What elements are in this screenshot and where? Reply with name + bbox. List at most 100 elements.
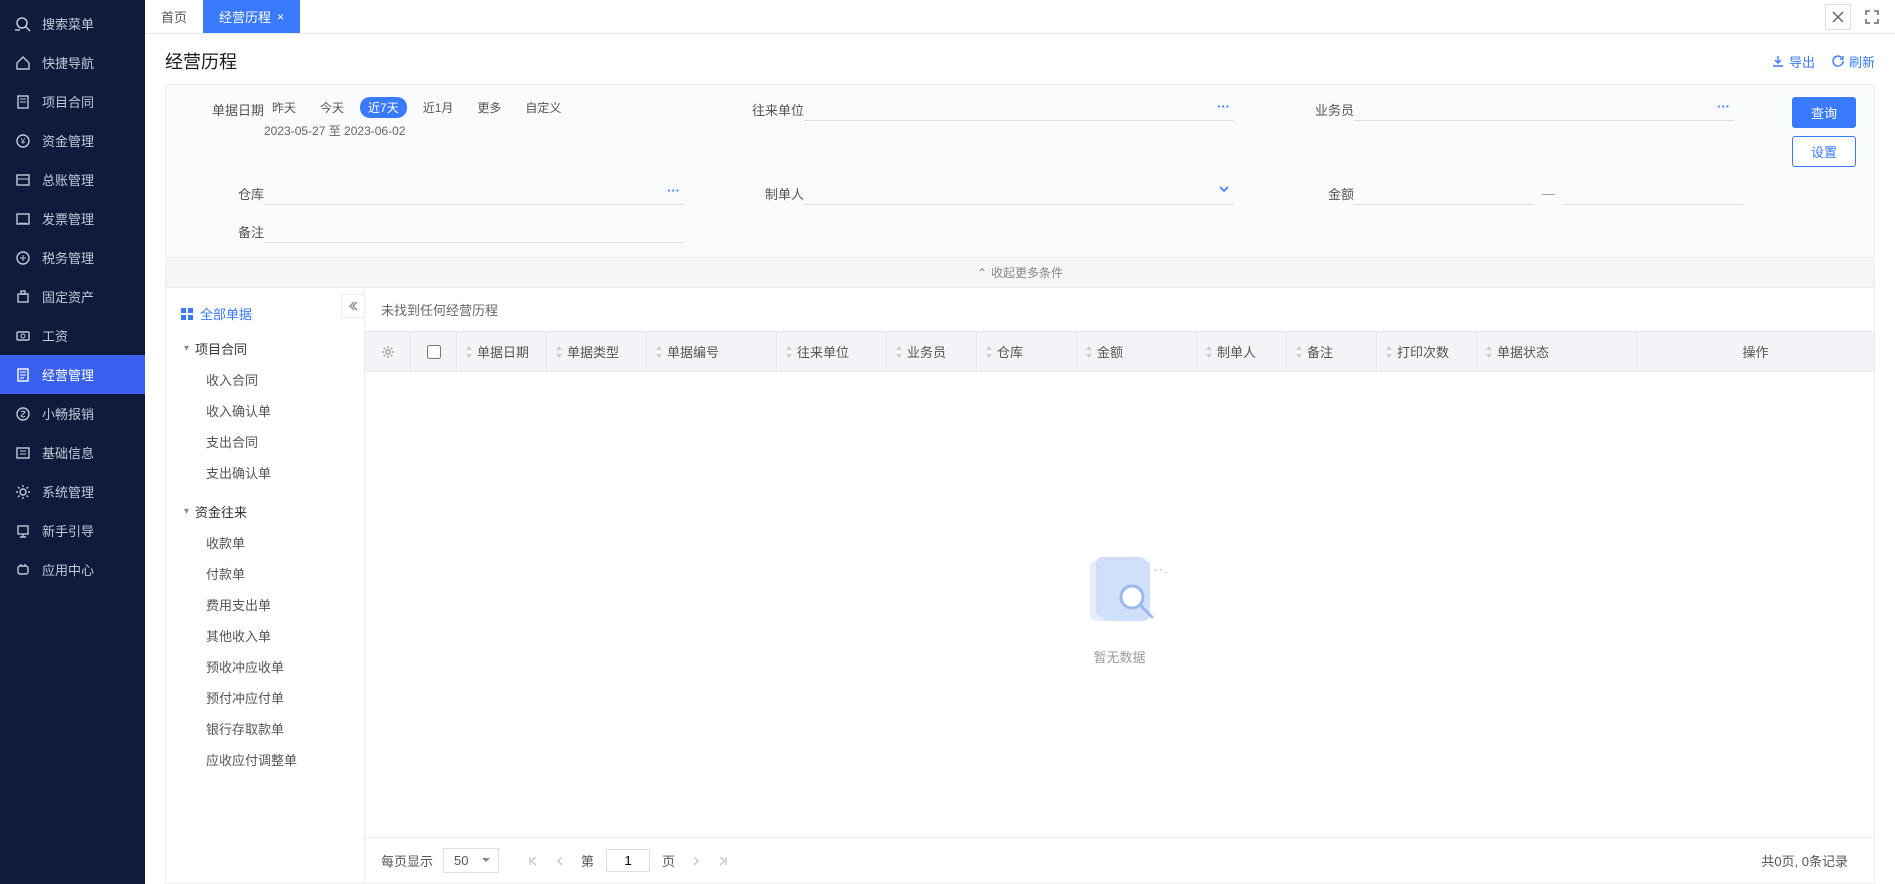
page-number-input[interactable] bbox=[606, 849, 650, 872]
tab-1[interactable]: 经营历程× bbox=[203, 0, 300, 33]
search-icon bbox=[14, 15, 32, 33]
sort-icon[interactable] bbox=[655, 346, 663, 358]
close-tab-button[interactable] bbox=[1825, 4, 1851, 30]
operator-input[interactable] bbox=[1354, 97, 1734, 121]
sidebar-item-label: 系统管理 bbox=[42, 482, 94, 501]
sidebar-item-11[interactable]: 基础信息 bbox=[0, 433, 145, 472]
date-option[interactable]: 昨天 bbox=[264, 97, 304, 118]
date-option[interactable]: 今天 bbox=[312, 97, 352, 118]
collapse-filters-button[interactable]: ⌃收起更多条件 bbox=[166, 257, 1874, 287]
document-tree: 全部单据 ▾项目合同收入合同收入确认单支出合同支出确认单 ▾资金往来收款单付款单费… bbox=[165, 288, 365, 884]
page-last-button[interactable] bbox=[713, 853, 733, 869]
sort-icon[interactable] bbox=[1205, 346, 1213, 358]
sidebar-item-4[interactable]: 总账管理 bbox=[0, 160, 145, 199]
partner-more-icon[interactable]: ··· bbox=[1217, 99, 1230, 114]
warehouse-input[interactable] bbox=[264, 181, 684, 205]
tree-leaf[interactable]: 其他收入单 bbox=[166, 620, 364, 651]
warehouse-more-icon[interactable]: ··· bbox=[667, 183, 680, 198]
tab-close-icon[interactable]: × bbox=[277, 10, 284, 24]
not-found-text: 未找到任何经营历程 bbox=[365, 288, 1874, 331]
tree-leaf[interactable]: 收入合同 bbox=[166, 364, 364, 395]
column-header[interactable]: 单据日期 bbox=[457, 332, 547, 371]
sidebar-item-0[interactable]: 搜索菜单 bbox=[0, 4, 145, 43]
date-option[interactable]: 近7天 bbox=[360, 97, 407, 118]
sidebar-item-8[interactable]: 工资 bbox=[0, 316, 145, 355]
page-suffix: 页 bbox=[658, 849, 679, 872]
remark-input[interactable] bbox=[264, 219, 684, 243]
sort-icon[interactable] bbox=[555, 346, 563, 358]
amount-from-input[interactable] bbox=[1354, 181, 1534, 205]
column-header[interactable]: 制单人 bbox=[1197, 332, 1287, 371]
sort-icon[interactable] bbox=[1485, 346, 1493, 358]
column-header[interactable]: 单据类型 bbox=[547, 332, 647, 371]
sidebar-item-10[interactable]: 小畅报销 bbox=[0, 394, 145, 433]
tree-leaf[interactable]: 费用支出单 bbox=[166, 589, 364, 620]
sidebar-item-label: 发票管理 bbox=[42, 209, 94, 228]
sort-icon[interactable] bbox=[1295, 346, 1303, 358]
per-page-select[interactable]: 50 bbox=[443, 848, 499, 873]
tree-head-label: 全部单据 bbox=[200, 304, 252, 323]
sidebar-item-14[interactable]: 应用中心 bbox=[0, 550, 145, 589]
tree-leaf[interactable]: 支出合同 bbox=[166, 426, 364, 457]
date-option[interactable]: 更多 bbox=[469, 97, 509, 118]
column-header[interactable]: 往来单位 bbox=[777, 332, 887, 371]
column-header[interactable]: 单据编号 bbox=[647, 332, 777, 371]
sidebar-item-1[interactable]: 快捷导航 bbox=[0, 43, 145, 82]
empty-state: 暂无数据 bbox=[365, 372, 1874, 837]
sidebar-item-9[interactable]: 经营管理 bbox=[0, 355, 145, 394]
column-header[interactable]: 备注 bbox=[1287, 332, 1377, 371]
date-option[interactable]: 近1月 bbox=[415, 97, 462, 118]
date-option[interactable]: 自定义 bbox=[517, 97, 569, 118]
creator-input[interactable] bbox=[804, 181, 1234, 205]
tree-leaf[interactable]: 应收应付调整单 bbox=[166, 744, 364, 775]
tree-all-documents[interactable]: 全部单据 bbox=[166, 298, 364, 329]
tree-group-0[interactable]: ▾项目合同 bbox=[166, 333, 364, 364]
query-button[interactable]: 查询 bbox=[1792, 97, 1856, 128]
refresh-button[interactable]: 刷新 bbox=[1831, 52, 1875, 71]
export-button[interactable]: 导出 bbox=[1771, 52, 1815, 71]
tree-leaf[interactable]: 付款单 bbox=[166, 558, 364, 589]
filter-warehouse-label: 仓库 bbox=[184, 181, 264, 203]
sidebar-item-13[interactable]: 新手引导 bbox=[0, 511, 145, 550]
column-header[interactable]: 金额 bbox=[1077, 332, 1197, 371]
tab-0[interactable]: 首页 bbox=[145, 0, 203, 33]
sidebar-item-2[interactable]: 项目合同 bbox=[0, 82, 145, 121]
tree-leaf[interactable]: 收入确认单 bbox=[166, 395, 364, 426]
column-header[interactable]: 操作 bbox=[1637, 332, 1874, 371]
sidebar-item-7[interactable]: 固定资产 bbox=[0, 277, 145, 316]
sidebar-item-6[interactable]: 税务管理 bbox=[0, 238, 145, 277]
column-header[interactable]: 打印次数 bbox=[1377, 332, 1477, 371]
table-settings-button[interactable] bbox=[365, 332, 411, 371]
tree-leaf[interactable]: 收款单 bbox=[166, 527, 364, 558]
sidebar-item-3[interactable]: ¥资金管理 bbox=[0, 121, 145, 160]
select-all-checkbox[interactable] bbox=[411, 332, 457, 371]
sidebar-item-label: 资金管理 bbox=[42, 131, 94, 150]
tree-leaf[interactable]: 预付冲应付单 bbox=[166, 682, 364, 713]
column-header[interactable]: 仓库 bbox=[977, 332, 1077, 371]
page-prev-button[interactable] bbox=[551, 854, 569, 868]
tree-leaf[interactable]: 预收冲应收单 bbox=[166, 651, 364, 682]
page-first-button[interactable] bbox=[523, 853, 543, 869]
sort-icon[interactable] bbox=[895, 346, 903, 358]
tree-group-1[interactable]: ▾资金往来 bbox=[166, 496, 364, 527]
operator-more-icon[interactable]: ··· bbox=[1717, 99, 1730, 114]
tree-collapse-button[interactable] bbox=[341, 294, 365, 318]
tree-leaf[interactable]: 银行存取款单 bbox=[166, 713, 364, 744]
tree-leaf[interactable]: 支出确认单 bbox=[166, 457, 364, 488]
sort-icon[interactable] bbox=[465, 346, 473, 358]
sort-icon[interactable] bbox=[1385, 346, 1393, 358]
column-header[interactable]: 单据状态 bbox=[1477, 332, 1637, 371]
sort-icon[interactable] bbox=[1085, 346, 1093, 358]
sort-icon[interactable] bbox=[985, 346, 993, 358]
settings-button[interactable]: 设置 bbox=[1792, 136, 1856, 167]
fullscreen-button[interactable] bbox=[1859, 4, 1885, 30]
page-next-button[interactable] bbox=[687, 854, 705, 868]
sort-icon[interactable] bbox=[785, 346, 793, 358]
sidebar-item-12[interactable]: 系统管理 bbox=[0, 472, 145, 511]
partner-input[interactable] bbox=[804, 97, 1234, 121]
column-header[interactable]: 业务员 bbox=[887, 332, 977, 371]
sidebar-item-5[interactable]: 发票管理 bbox=[0, 199, 145, 238]
creator-dropdown-icon[interactable] bbox=[1218, 183, 1230, 195]
empty-image bbox=[1060, 543, 1180, 633]
amount-to-input[interactable] bbox=[1563, 181, 1743, 205]
